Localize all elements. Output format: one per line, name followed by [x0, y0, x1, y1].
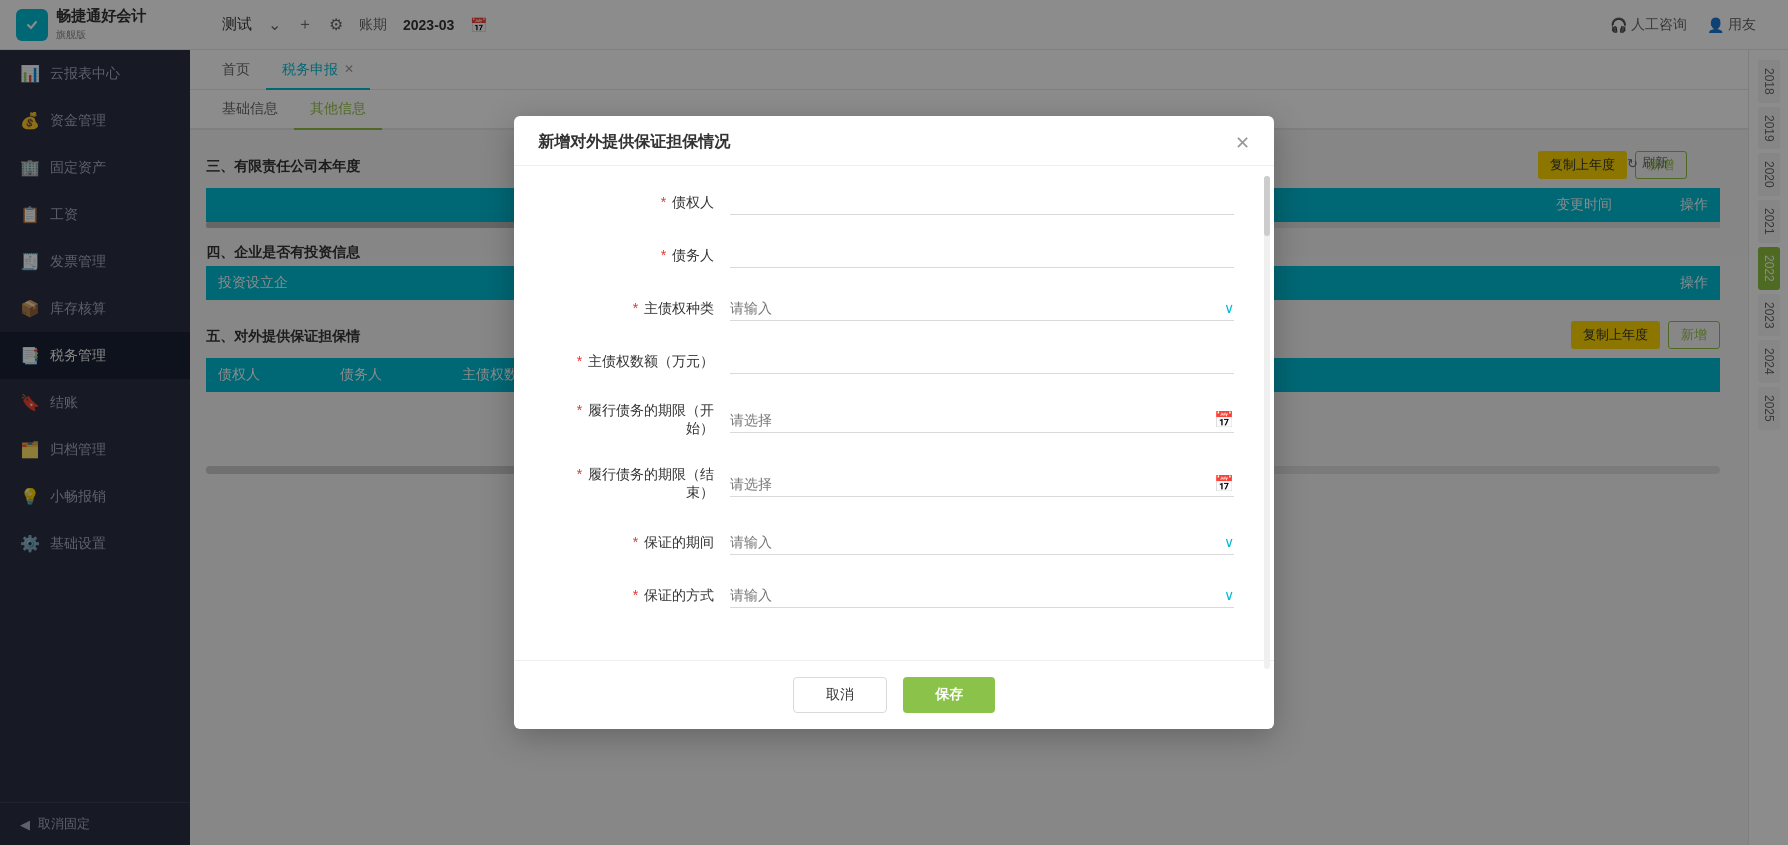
guarantee-period-dropdown-icon[interactable]: ∨	[1224, 534, 1234, 550]
creditor-label: * 债权人	[554, 194, 714, 212]
dialog-overlay: 新增对外提供保证担保情况 ✕ * 债权人 * 债务人	[0, 0, 1788, 845]
calendar-start-icon[interactable]: 📅	[1214, 410, 1234, 429]
required-star-8: *	[633, 587, 638, 603]
form-row-period-end: * 履行债务的期限（结束） 📅	[554, 466, 1234, 502]
debt-type-select-wrapper: ∨	[730, 296, 1234, 321]
required-star-5: *	[577, 402, 582, 418]
period-start-date-wrapper: 📅	[730, 408, 1234, 433]
guarantee-period-label: * 保证的期间	[554, 534, 714, 552]
form-row-debt-amount: * 主债权数额（万元）	[554, 349, 1234, 374]
period-end-date-wrapper: 📅	[730, 472, 1234, 497]
guarantee-method-label: * 保证的方式	[554, 587, 714, 605]
period-start-label: * 履行债务的期限（开始）	[554, 402, 714, 438]
form-row-guarantee-method: * 保证的方式 ∨	[554, 583, 1234, 608]
debt-type-dropdown-icon[interactable]: ∨	[1224, 300, 1234, 316]
form-row-creditor: * 债权人	[554, 190, 1234, 215]
creditor-input[interactable]	[730, 190, 1234, 215]
form-row-period-start: * 履行债务的期限（开始） 📅	[554, 402, 1234, 438]
debt-amount-label: * 主债权数额（万元）	[554, 353, 714, 371]
form-row-debtor: * 债务人	[554, 243, 1234, 268]
cancel-button[interactable]: 取消	[793, 677, 887, 713]
required-star-7: *	[633, 534, 638, 550]
required-star: *	[661, 194, 666, 210]
required-star-4: *	[577, 353, 582, 369]
dialog-scrollbar[interactable]	[1264, 176, 1270, 669]
dialog-footer: 取消 保存	[514, 660, 1274, 729]
guarantee-period-select-input[interactable]	[730, 530, 1224, 554]
calendar-end-icon[interactable]: 📅	[1214, 474, 1234, 493]
period-end-date-input[interactable]	[730, 472, 1214, 496]
guarantee-method-select-wrapper: ∨	[730, 583, 1234, 608]
required-star-2: *	[661, 247, 666, 263]
dialog-title: 新增对外提供保证担保情况	[538, 132, 730, 153]
debt-amount-input[interactable]	[730, 349, 1234, 374]
dialog-close-button[interactable]: ✕	[1235, 134, 1250, 152]
required-star-6: *	[577, 466, 582, 482]
guarantee-method-select-input[interactable]	[730, 583, 1224, 607]
form-row-debt-type: * 主债权种类 ∨	[554, 296, 1234, 321]
form-row-guarantee-period: * 保证的期间 ∨	[554, 530, 1234, 555]
period-end-label: * 履行债务的期限（结束）	[554, 466, 714, 502]
debtor-input[interactable]	[730, 243, 1234, 268]
debt-type-label: * 主债权种类	[554, 300, 714, 318]
debt-type-select-input[interactable]	[730, 296, 1224, 320]
guarantee-method-dropdown-icon[interactable]: ∨	[1224, 587, 1234, 603]
dialog-header: 新增对外提供保证担保情况 ✕	[514, 116, 1274, 166]
dialog-scrollbar-thumb	[1264, 176, 1270, 236]
dialog-body: * 债权人 * 债务人 * 主债权种类	[514, 166, 1274, 660]
required-star-3: *	[633, 300, 638, 316]
add-guarantee-dialog: 新增对外提供保证担保情况 ✕ * 债权人 * 债务人	[514, 116, 1274, 729]
debtor-label: * 债务人	[554, 247, 714, 265]
save-button[interactable]: 保存	[903, 677, 995, 713]
period-start-date-input[interactable]	[730, 408, 1214, 432]
guarantee-period-select-wrapper: ∨	[730, 530, 1234, 555]
